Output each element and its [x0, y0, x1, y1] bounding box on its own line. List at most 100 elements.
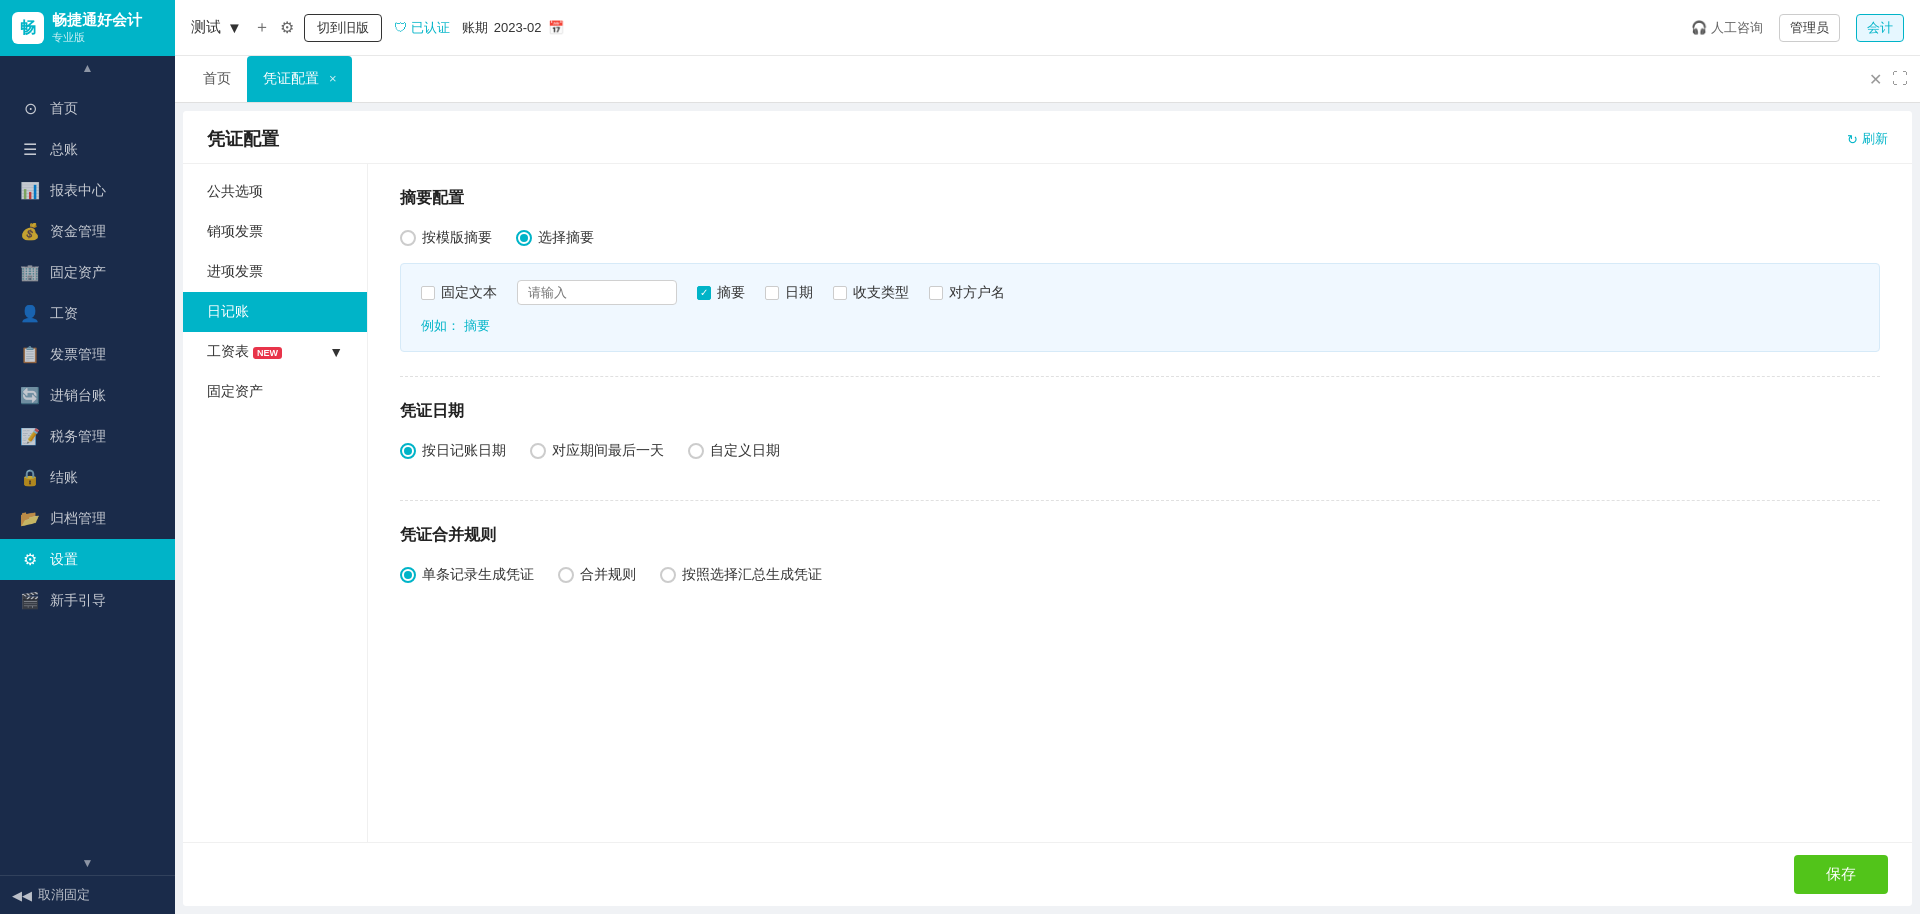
- sidebar-item-ledger[interactable]: ☰总账: [0, 129, 175, 170]
- sidebar-item-payroll[interactable]: 👤工资: [0, 293, 175, 334]
- counterparty-option[interactable]: 对方户名: [929, 284, 1005, 302]
- fixed-text-option[interactable]: 固定文本: [421, 284, 497, 302]
- select-all-radio[interactable]: [660, 567, 676, 583]
- date-option[interactable]: 日期: [765, 284, 813, 302]
- sidebar: 畅 畅捷通好会计 专业版 ▲ ⊙首页☰总账📊报表中心💰资金管理🏢固定资产👤工资📋…: [0, 0, 175, 914]
- sub-nav-payslip[interactable]: 工资表 NEW▼: [183, 332, 367, 372]
- save-button[interactable]: 保存: [1794, 855, 1888, 894]
- merge-title: 凭证合并规则: [400, 525, 1880, 546]
- date-title: 凭证日期: [400, 401, 1880, 422]
- refresh-icon: ↻: [1847, 132, 1858, 147]
- add-button[interactable]: ＋: [254, 17, 270, 38]
- diary-date-option[interactable]: 按日记账日期: [400, 442, 506, 460]
- archive-icon: 📂: [20, 509, 40, 528]
- sidebar-item-invoice[interactable]: 📋发票管理: [0, 334, 175, 375]
- company-selector[interactable]: 测试 ▼: [191, 18, 242, 37]
- period-last-radio[interactable]: [530, 443, 546, 459]
- sub-nav-purchase[interactable]: 进项发票: [183, 252, 367, 292]
- refresh-button[interactable]: ↻ 刷新: [1847, 130, 1888, 148]
- topbar: 测试 ▼ ＋ ⚙ 切到旧版 🛡 已认证 账期 2023-02 📅 🎧 人工咨询 …: [175, 0, 1920, 56]
- calendar-icon[interactable]: 📅: [548, 20, 564, 35]
- custom-date-radio[interactable]: [688, 443, 704, 459]
- cancel-fixed-button[interactable]: ◀◀ 取消固定: [0, 875, 175, 914]
- salepurchase-icon: 🔄: [20, 386, 40, 405]
- income-type-checkbox[interactable]: [833, 286, 847, 300]
- sidebar-item-report[interactable]: 📊报表中心: [0, 170, 175, 211]
- sidebar-item-assets[interactable]: 🏢固定资产: [0, 252, 175, 293]
- consult-button[interactable]: 🎧 人工咨询: [1691, 19, 1763, 37]
- summary-section: 摘要配置 按模版摘要 选择摘要: [400, 164, 1880, 377]
- content-area: 凭证配置 ↻ 刷新 公共选项销项发票进项发票日记账工资表 NEW▼固定资产 摘要…: [183, 111, 1912, 906]
- fixed-text-checkbox[interactable]: [421, 286, 435, 300]
- sidebar-item-tax[interactable]: 📝税务管理: [0, 416, 175, 457]
- page-wrapper: 凭证配置 ↻ 刷新 公共选项销项发票进项发票日记账工资表 NEW▼固定资产 摘要…: [183, 111, 1912, 906]
- assets-icon: 🏢: [20, 263, 40, 282]
- example-text: 例如： 摘要: [421, 317, 1859, 335]
- merge-radio-group: 单条记录生成凭证 合并规则 按照选择汇总生成凭证: [400, 566, 1880, 584]
- sidebar-item-salepurchase[interactable]: 🔄进销台账: [0, 375, 175, 416]
- close-panel-button[interactable]: ✕: [1869, 70, 1882, 89]
- sub-nav: 公共选项销项发票进项发票日记账工资表 NEW▼固定资产: [183, 164, 368, 842]
- sidebar-item-guide[interactable]: 🎬新手引导: [0, 580, 175, 621]
- arrow-left-icon: ◀◀: [12, 888, 32, 903]
- tab-voucher-config[interactable]: 凭证配置 ×: [247, 56, 352, 102]
- sidebar-item-closing[interactable]: 🔒结账: [0, 457, 175, 498]
- switch-old-button[interactable]: 切到旧版: [304, 14, 382, 42]
- summary-radio-group: 按模版摘要 选择摘要: [400, 229, 1880, 247]
- date-section: 凭证日期 按日记账日期 对应期间最后一天: [400, 377, 1880, 501]
- home-icon: ⊙: [20, 99, 40, 118]
- period-last-option[interactable]: 对应期间最后一天: [530, 442, 664, 460]
- settings-button[interactable]: ⚙: [280, 18, 294, 37]
- abstract-option[interactable]: ✓ 摘要: [697, 284, 745, 302]
- merge-rule-option[interactable]: 合并规则: [558, 566, 636, 584]
- settings-content: 摘要配置 按模版摘要 选择摘要: [368, 164, 1912, 842]
- save-bar: 保存: [183, 842, 1912, 906]
- merge-section: 凭证合并规则 单条记录生成凭证 合并规则: [400, 501, 1880, 624]
- page-header: 凭证配置 ↻ 刷新: [183, 111, 1912, 164]
- diary-date-radio[interactable]: [400, 443, 416, 459]
- sidebar-item-capital[interactable]: 💰资金管理: [0, 211, 175, 252]
- summary-select-option[interactable]: 选择摘要: [516, 229, 594, 247]
- summary-template-option[interactable]: 按模版摘要: [400, 229, 492, 247]
- income-type-option[interactable]: 收支类型: [833, 284, 909, 302]
- closing-icon: 🔒: [20, 468, 40, 487]
- logo-text: 畅捷通好会计 专业版: [52, 11, 142, 45]
- summary-template-radio[interactable]: [400, 230, 416, 246]
- sidebar-item-home[interactable]: ⊙首页: [0, 88, 175, 129]
- invoice-icon: 📋: [20, 345, 40, 364]
- abstract-checkbox[interactable]: ✓: [697, 286, 711, 300]
- fullscreen-button[interactable]: ⛶: [1892, 70, 1908, 88]
- sub-nav-diary[interactable]: 日记账: [183, 292, 367, 332]
- select-all-option[interactable]: 按照选择汇总生成凭证: [660, 566, 822, 584]
- summary-options-box: 固定文本 ✓ 摘要 日期: [400, 263, 1880, 352]
- sub-nav-public[interactable]: 公共选项: [183, 172, 367, 212]
- topbar-right: 🎧 人工咨询 管理员 会计: [1691, 14, 1904, 42]
- merge-rule-radio[interactable]: [558, 567, 574, 583]
- sidebar-nav: ⊙首页☰总账📊报表中心💰资金管理🏢固定资产👤工资📋发票管理🔄进销台账📝税务管理🔒…: [0, 80, 175, 851]
- payroll-icon: 👤: [20, 304, 40, 323]
- accountant-button[interactable]: 会计: [1856, 14, 1904, 42]
- counterparty-checkbox[interactable]: [929, 286, 943, 300]
- capital-icon: 💰: [20, 222, 40, 241]
- summary-select-radio[interactable]: [516, 230, 532, 246]
- report-icon: 📊: [20, 181, 40, 200]
- admin-button[interactable]: 管理员: [1779, 14, 1840, 42]
- date-checkbox[interactable]: [765, 286, 779, 300]
- fixed-text-input[interactable]: [517, 280, 677, 305]
- tabbar-right: ✕ ⛶: [1869, 70, 1908, 89]
- tab-close-button[interactable]: ×: [329, 71, 337, 86]
- single-radio[interactable]: [400, 567, 416, 583]
- tab-home[interactable]: 首页: [187, 56, 247, 102]
- dropdown-icon: ▼: [227, 19, 242, 36]
- sub-nav-sales[interactable]: 销项发票: [183, 212, 367, 252]
- sub-nav-fixed[interactable]: 固定资产: [183, 372, 367, 412]
- custom-date-option[interactable]: 自定义日期: [688, 442, 780, 460]
- tabbar: 首页 凭证配置 × ✕ ⛶: [175, 56, 1920, 103]
- single-option[interactable]: 单条记录生成凭证: [400, 566, 534, 584]
- shield-icon: 🛡: [394, 20, 407, 35]
- sidebar-item-settings[interactable]: ⚙设置: [0, 539, 175, 580]
- scroll-down-button[interactable]: ▼: [0, 851, 175, 875]
- tax-icon: 📝: [20, 427, 40, 446]
- sidebar-item-archive[interactable]: 📂归档管理: [0, 498, 175, 539]
- scroll-up-button[interactable]: ▲: [0, 56, 175, 80]
